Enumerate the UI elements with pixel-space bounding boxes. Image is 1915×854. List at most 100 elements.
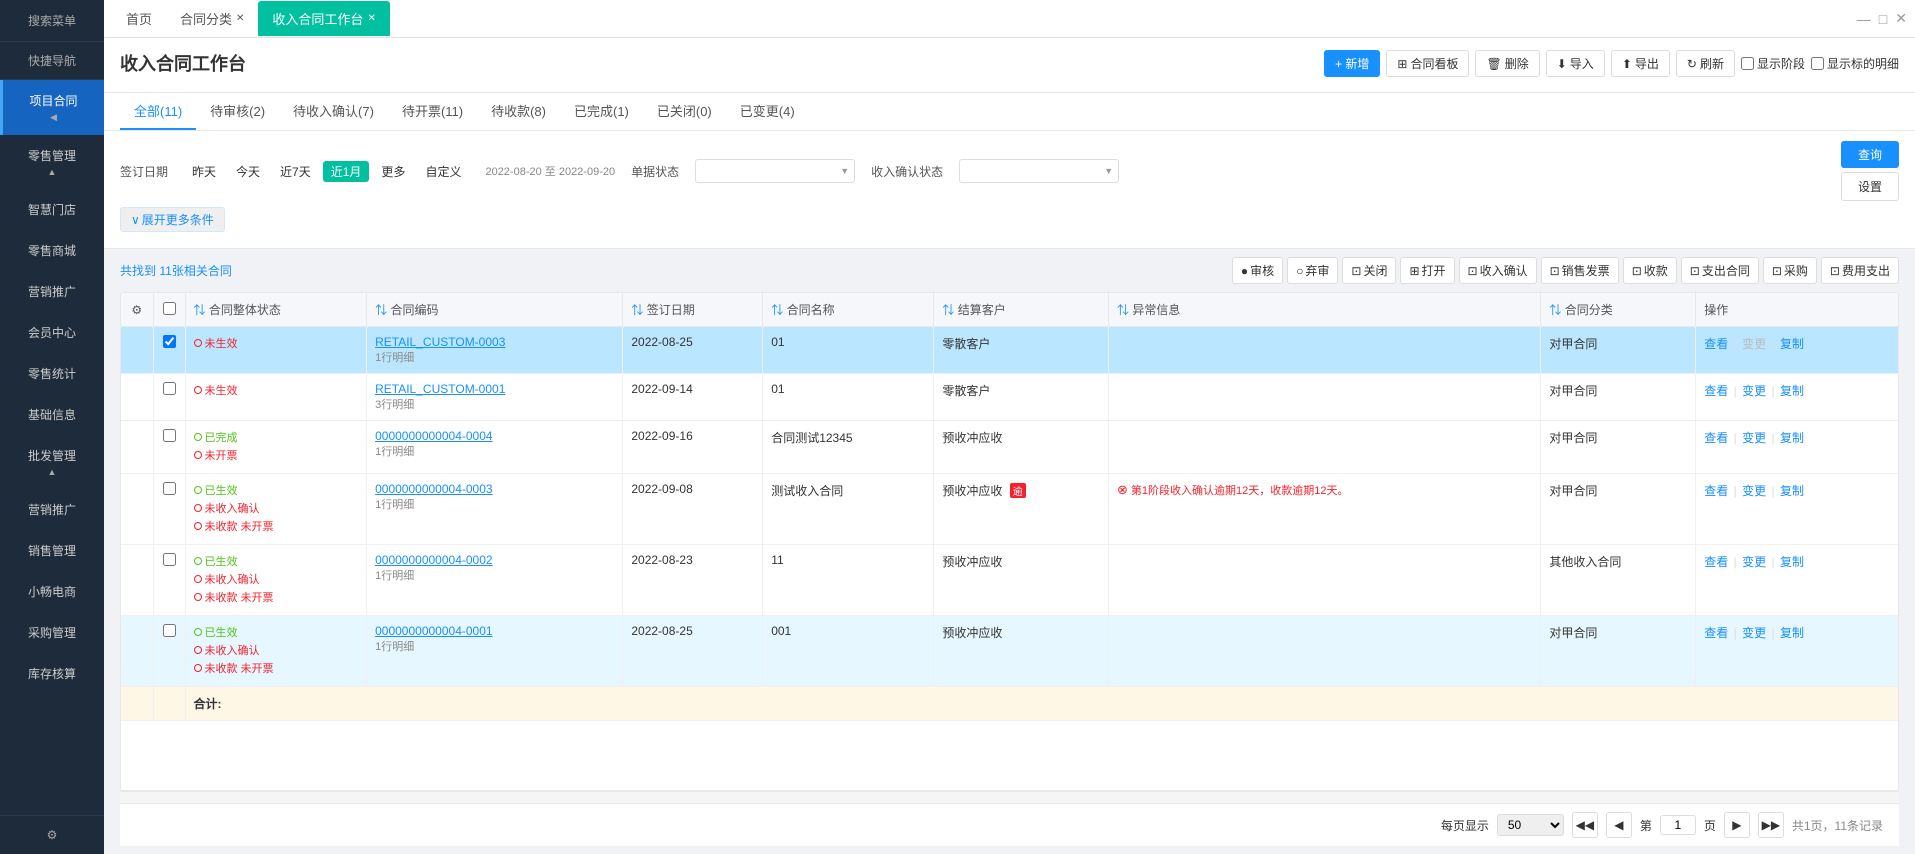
show-fields-checkbox[interactable]: 显示阶段 bbox=[1741, 55, 1805, 72]
toolbar-abandon-btn[interactable]: ○ 弃审 bbox=[1287, 257, 1338, 284]
row-checkbox[interactable] bbox=[163, 553, 176, 566]
sidebar-item-retail-management[interactable]: 零售管理 ▲ bbox=[0, 135, 104, 189]
sidebar-item-retail-stats[interactable]: 零售统计 bbox=[0, 353, 104, 394]
toolbar-expenditure-btn[interactable]: ⊡ 支出合同 bbox=[1681, 257, 1759, 284]
op-copy-link[interactable]: 复制 bbox=[1780, 431, 1804, 445]
select-all-checkbox[interactable] bbox=[163, 302, 176, 315]
date-opt-custom[interactable]: 自定义 bbox=[417, 161, 469, 182]
page-number-input[interactable] bbox=[1660, 815, 1696, 835]
window-maximize-icon[interactable]: □ bbox=[1879, 11, 1887, 27]
first-page-button[interactable]: ◀◀ bbox=[1572, 812, 1598, 838]
sidebar-quick-nav[interactable]: 快捷导航 bbox=[0, 42, 104, 80]
contract-code-link[interactable]: 0000000000004-0003 bbox=[375, 482, 492, 496]
next-page-button[interactable]: ▶ bbox=[1724, 812, 1750, 838]
import-button[interactable]: ⬇ 导入 bbox=[1546, 50, 1605, 77]
op-view-link[interactable]: 查看 bbox=[1704, 337, 1728, 351]
col-settings[interactable]: ⚙ bbox=[121, 293, 153, 327]
prev-page-button[interactable]: ◀ bbox=[1606, 812, 1632, 838]
tab-contract-category-close-icon[interactable]: ✕ bbox=[236, 13, 244, 24]
op-change-link[interactable]: 变更 bbox=[1742, 384, 1766, 398]
filter-tab-pending-invoice[interactable]: 待开票(11) bbox=[388, 93, 477, 130]
sidebar-item-basic-info[interactable]: 基础信息 bbox=[0, 394, 104, 435]
sidebar-item-marketing2[interactable]: 营销推广 bbox=[0, 489, 104, 530]
sidebar-item-wholesale-management[interactable]: 批发管理 ▲ bbox=[0, 435, 104, 489]
tab-home[interactable]: 首页 bbox=[112, 1, 166, 36]
op-change-link[interactable]: 变更 bbox=[1742, 484, 1766, 498]
horizontal-scrollbar[interactable] bbox=[120, 791, 1899, 803]
toolbar-close-btn[interactable]: ⊡ 关闭 bbox=[1342, 257, 1396, 284]
date-opt-today[interactable]: 今天 bbox=[228, 161, 268, 182]
page-size-select[interactable]: 50 100 bbox=[1497, 814, 1564, 836]
row-checkbox[interactable] bbox=[163, 624, 176, 637]
op-change-link[interactable]: 变更 bbox=[1742, 555, 1766, 569]
filter-tab-closed[interactable]: 已关闭(0) bbox=[643, 93, 726, 130]
doc-status-select[interactable] bbox=[695, 159, 855, 183]
contract-code-link[interactable]: 0000000000004-0002 bbox=[375, 553, 492, 567]
date-opt-last7days[interactable]: 近7天 bbox=[272, 161, 319, 182]
sidebar-item-sales-management[interactable]: 销售管理 bbox=[0, 530, 104, 571]
op-change-link[interactable]: 变更 bbox=[1742, 431, 1766, 445]
sidebar-item-inventory[interactable]: 库存核算 bbox=[0, 653, 104, 694]
op-view-link[interactable]: 查看 bbox=[1704, 484, 1728, 498]
date-opt-last1month[interactable]: 近1月 bbox=[323, 161, 370, 182]
delete-button[interactable]: 🗑 删除 bbox=[1475, 50, 1539, 77]
date-opt-more[interactable]: 更多 bbox=[373, 161, 413, 182]
export-button[interactable]: ⬆ 导出 bbox=[1611, 50, 1670, 77]
income-confirm-select[interactable] bbox=[959, 159, 1119, 183]
op-copy-link[interactable]: 复制 bbox=[1780, 555, 1804, 569]
query-button[interactable]: 查询 bbox=[1841, 141, 1899, 168]
op-view-link[interactable]: 查看 bbox=[1704, 626, 1728, 640]
op-copy-link[interactable]: 复制 bbox=[1780, 626, 1804, 640]
refresh-button[interactable]: ↻ 刷新 bbox=[1676, 50, 1735, 77]
contract-code-link[interactable]: RETAIL_CUSTOM-0003 bbox=[375, 335, 505, 349]
filter-setting-button[interactable]: 设置 bbox=[1841, 172, 1899, 201]
filter-tab-all[interactable]: 全部(11) bbox=[120, 93, 196, 130]
contract-code-link[interactable]: RETAIL_CUSTOM-0001 bbox=[375, 382, 505, 396]
sidebar-item-project-contract[interactable]: 项目合同 ◀ bbox=[0, 80, 104, 135]
window-close-icon[interactable]: ✕ bbox=[1895, 10, 1907, 27]
contract-board-button[interactable]: ⊞ 合同看板 bbox=[1386, 50, 1469, 77]
filter-tab-completed[interactable]: 已完成(1) bbox=[560, 93, 643, 130]
toolbar-income-confirm-btn[interactable]: ⊡ 收入确认 bbox=[1459, 257, 1537, 284]
row-checkbox[interactable] bbox=[163, 335, 176, 348]
tab-income-contract[interactable]: 收入合同工作台 ✕ bbox=[258, 1, 389, 36]
sidebar-item-retail-mall[interactable]: 零售商城 bbox=[0, 230, 104, 271]
date-opt-yesterday[interactable]: 昨天 bbox=[184, 161, 224, 182]
new-button[interactable]: + 新增 bbox=[1324, 50, 1380, 77]
filter-tab-pending-review[interactable]: 待审核(2) bbox=[196, 93, 279, 130]
show-marks-checkbox[interactable]: 显示标的明细 bbox=[1811, 55, 1899, 72]
sidebar-item-smart-store[interactable]: 智慧门店 bbox=[0, 189, 104, 230]
window-minimize-icon[interactable]: — bbox=[1857, 11, 1871, 27]
toolbar-sales-invoice-btn[interactable]: ⊡ 销售发票 bbox=[1541, 257, 1619, 284]
toolbar-payment-btn[interactable]: ⊡ 收款 bbox=[1623, 257, 1677, 284]
last-page-button[interactable]: ▶▶ bbox=[1758, 812, 1784, 838]
sidebar-settings-button[interactable]: ⚙ bbox=[0, 815, 104, 854]
toolbar-expense-btn[interactable]: ⊡ 费用支出 bbox=[1821, 257, 1899, 284]
sidebar-item-marketing[interactable]: 营销推广 bbox=[0, 271, 104, 312]
sidebar-item-purchase-management[interactable]: 采购管理 bbox=[0, 612, 104, 653]
filter-tab-changed[interactable]: 已变更(4) bbox=[726, 93, 809, 130]
op-copy-link[interactable]: 复制 bbox=[1780, 484, 1804, 498]
toolbar-purchase-btn[interactable]: ⊡ 采购 bbox=[1763, 257, 1817, 284]
filter-tab-pending-payment[interactable]: 待收款(8) bbox=[477, 93, 560, 130]
op-view-link[interactable]: 查看 bbox=[1704, 555, 1728, 569]
op-view-link[interactable]: 查看 bbox=[1704, 431, 1728, 445]
sidebar-item-xiaochang-ecommerce[interactable]: 小畅电商 bbox=[0, 571, 104, 612]
contract-code-link[interactable]: 0000000000004-0004 bbox=[375, 429, 492, 443]
row-checkbox[interactable] bbox=[163, 429, 176, 442]
toolbar-print-btn[interactable]: ⊞ 打开 bbox=[1400, 257, 1454, 284]
tab-contract-category[interactable]: 合同分类 ✕ bbox=[166, 1, 258, 36]
sidebar-search[interactable]: 搜索菜单 bbox=[0, 0, 104, 42]
contract-code-link[interactable]: 0000000000004-0001 bbox=[375, 624, 492, 638]
op-change-link[interactable]: 变更 bbox=[1742, 626, 1766, 640]
toolbar-review-btn[interactable]: ● 审核 bbox=[1232, 257, 1283, 284]
tab-income-contract-close-icon[interactable]: ✕ bbox=[367, 13, 375, 24]
op-copy-link[interactable]: 复制 bbox=[1780, 337, 1804, 351]
op-view-link[interactable]: 查看 bbox=[1704, 384, 1728, 398]
sidebar-item-member-center[interactable]: 会员中心 bbox=[0, 312, 104, 353]
row-checkbox[interactable] bbox=[163, 382, 176, 395]
row-checkbox[interactable] bbox=[163, 482, 176, 495]
op-copy-link[interactable]: 复制 bbox=[1780, 384, 1804, 398]
filter-tab-pending-income-confirm[interactable]: 待收入确认(7) bbox=[279, 93, 388, 130]
expand-conditions-button[interactable]: ∨ 展开更多条件 bbox=[120, 207, 225, 232]
